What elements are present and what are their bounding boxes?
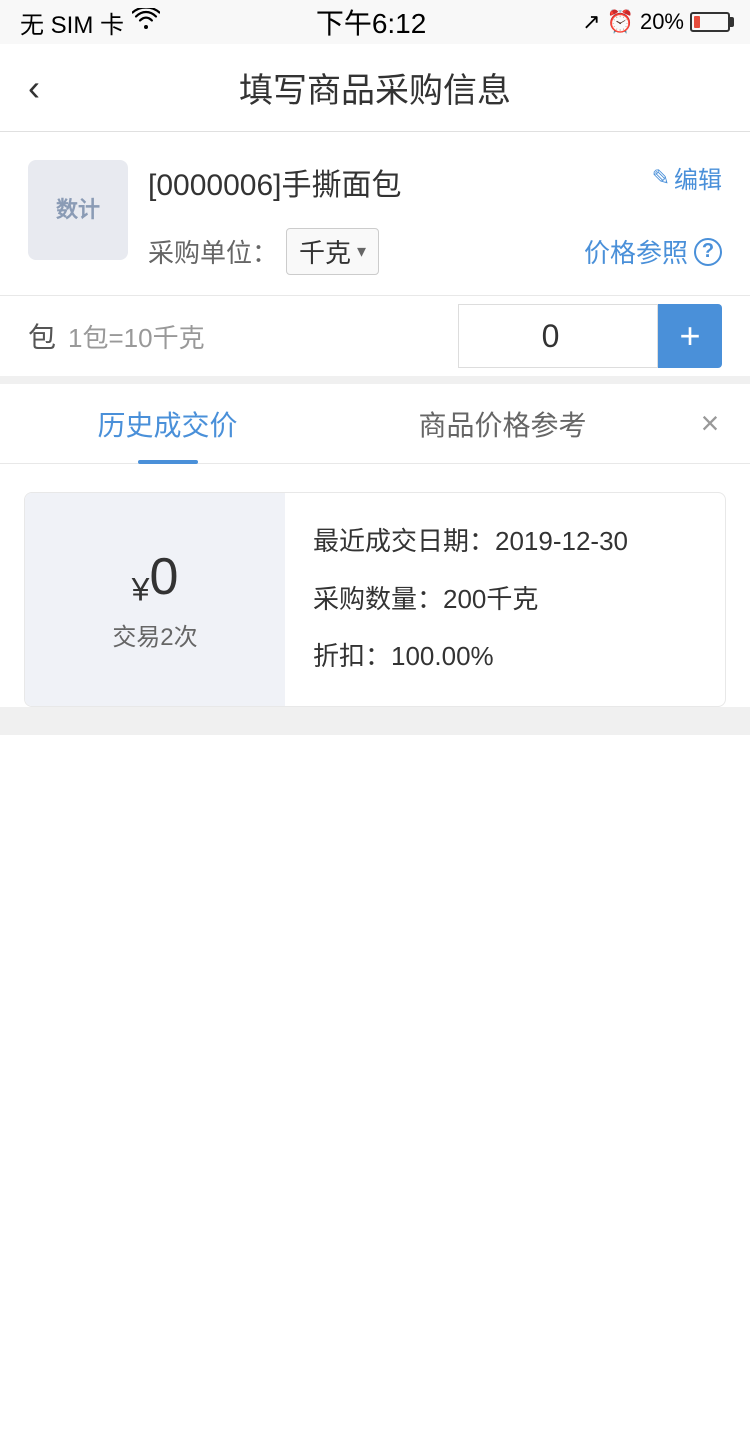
gps-icon: ↗ — [582, 9, 600, 35]
status-right: ↗ ⏰ 20% — [582, 9, 730, 35]
product-info: [0000006]手撕面包 ✎ 编辑 采购单位： 千克 ▾ 价格参照 ? — [148, 160, 722, 275]
price-currency: ¥ — [132, 572, 150, 608]
quantity-section: 包 1包=10千克 + — [0, 296, 750, 384]
product-card: 数计 [0000006]手撕面包 ✎ 编辑 采购单位： 千克 ▾ 价格参照 ? — [0, 132, 750, 296]
product-name: [0000006]手撕面包 — [148, 160, 401, 204]
purchase-qty-value: 200千克 — [443, 584, 538, 614]
edit-label: 编辑 — [674, 160, 722, 195]
tab-close-button[interactable]: × — [670, 384, 750, 464]
price-reference-button[interactable]: 价格参照 ? — [584, 233, 722, 270]
price-card-right: 最近成交日期：2019-12-30 采购数量：200千克 折扣：100.00% — [285, 493, 725, 706]
status-bar: 无 SIM 卡 下午6:12 ↗ ⏰ 20% — [0, 0, 750, 44]
price-card: ¥0 交易2次 最近成交日期：2019-12-30 采购数量：200千克 折扣：… — [24, 492, 726, 707]
discount-label: 折扣： — [313, 641, 391, 671]
discount: 折扣：100.00% — [313, 636, 697, 678]
quantity-row: 包 1包=10千克 + — [0, 296, 750, 384]
quantity-control: + — [458, 304, 722, 368]
last-deal-label: 最近成交日期： — [313, 526, 495, 556]
quantity-input[interactable] — [458, 304, 658, 368]
purchase-qty-label: 采购数量： — [313, 584, 443, 614]
chevron-down-icon: ▾ — [357, 241, 366, 262]
discount-value: 100.00% — [391, 641, 494, 671]
unit-label: 采购单位： — [148, 233, 278, 270]
product-name-row: [0000006]手撕面包 ✎ 编辑 — [148, 160, 722, 204]
last-deal-date-value: 2019-12-30 — [495, 526, 628, 556]
trade-count: 交易2次 — [112, 617, 197, 652]
price-display: ¥0 — [132, 547, 179, 608]
question-icon: ? — [694, 238, 722, 266]
status-left: 无 SIM 卡 — [20, 5, 160, 40]
back-button[interactable]: ‹ — [28, 67, 40, 109]
tab-section: 历史成交价 商品价格参考 × ¥0 交易2次 最近成交日期：2019-12-30… — [0, 384, 750, 707]
unit-description: 包 1包=10千克 — [28, 316, 205, 356]
tab-history-price[interactable]: 历史成交价 — [0, 384, 335, 464]
nav-bar: ‹ 填写商品采购信息 — [0, 44, 750, 132]
status-time: 下午6:12 — [316, 2, 427, 42]
no-sim-text: 无 SIM 卡 — [20, 5, 124, 40]
alarm-icon: ⏰ — [607, 9, 634, 35]
price-card-left: ¥0 交易2次 — [25, 493, 285, 706]
purchase-quantity: 采购数量：200千克 — [313, 579, 697, 621]
unit-select-dropdown[interactable]: 千克 ▾ — [286, 228, 379, 275]
quantity-plus-button[interactable]: + — [658, 304, 722, 368]
unit-icon: 包 — [28, 316, 56, 356]
product-thumbnail: 数计 — [28, 160, 128, 260]
last-deal-date: 最近成交日期：2019-12-30 — [313, 521, 697, 563]
edit-button[interactable]: ✎ 编辑 — [652, 160, 722, 195]
unit-ratio: 1包=10千克 — [68, 318, 205, 355]
page-title: 填写商品采购信息 — [239, 63, 511, 112]
price-ref-label: 价格参照 — [584, 233, 688, 270]
edit-icon: ✎ — [652, 165, 670, 191]
purchase-unit-row: 采购单位： 千克 ▾ 价格参照 ? — [148, 228, 722, 275]
price-amount: 0 — [149, 548, 178, 606]
battery-percentage: 20% — [640, 9, 684, 35]
bottom-area — [0, 735, 750, 1435]
unit-value: 千克 — [299, 233, 351, 270]
tab-bar: 历史成交价 商品价格参考 × — [0, 384, 750, 464]
battery-icon — [690, 12, 730, 32]
wifi-icon — [132, 8, 160, 37]
tab-product-price-ref[interactable]: 商品价格参考 — [335, 384, 670, 464]
product-thumb-label: 数计 — [56, 197, 100, 223]
